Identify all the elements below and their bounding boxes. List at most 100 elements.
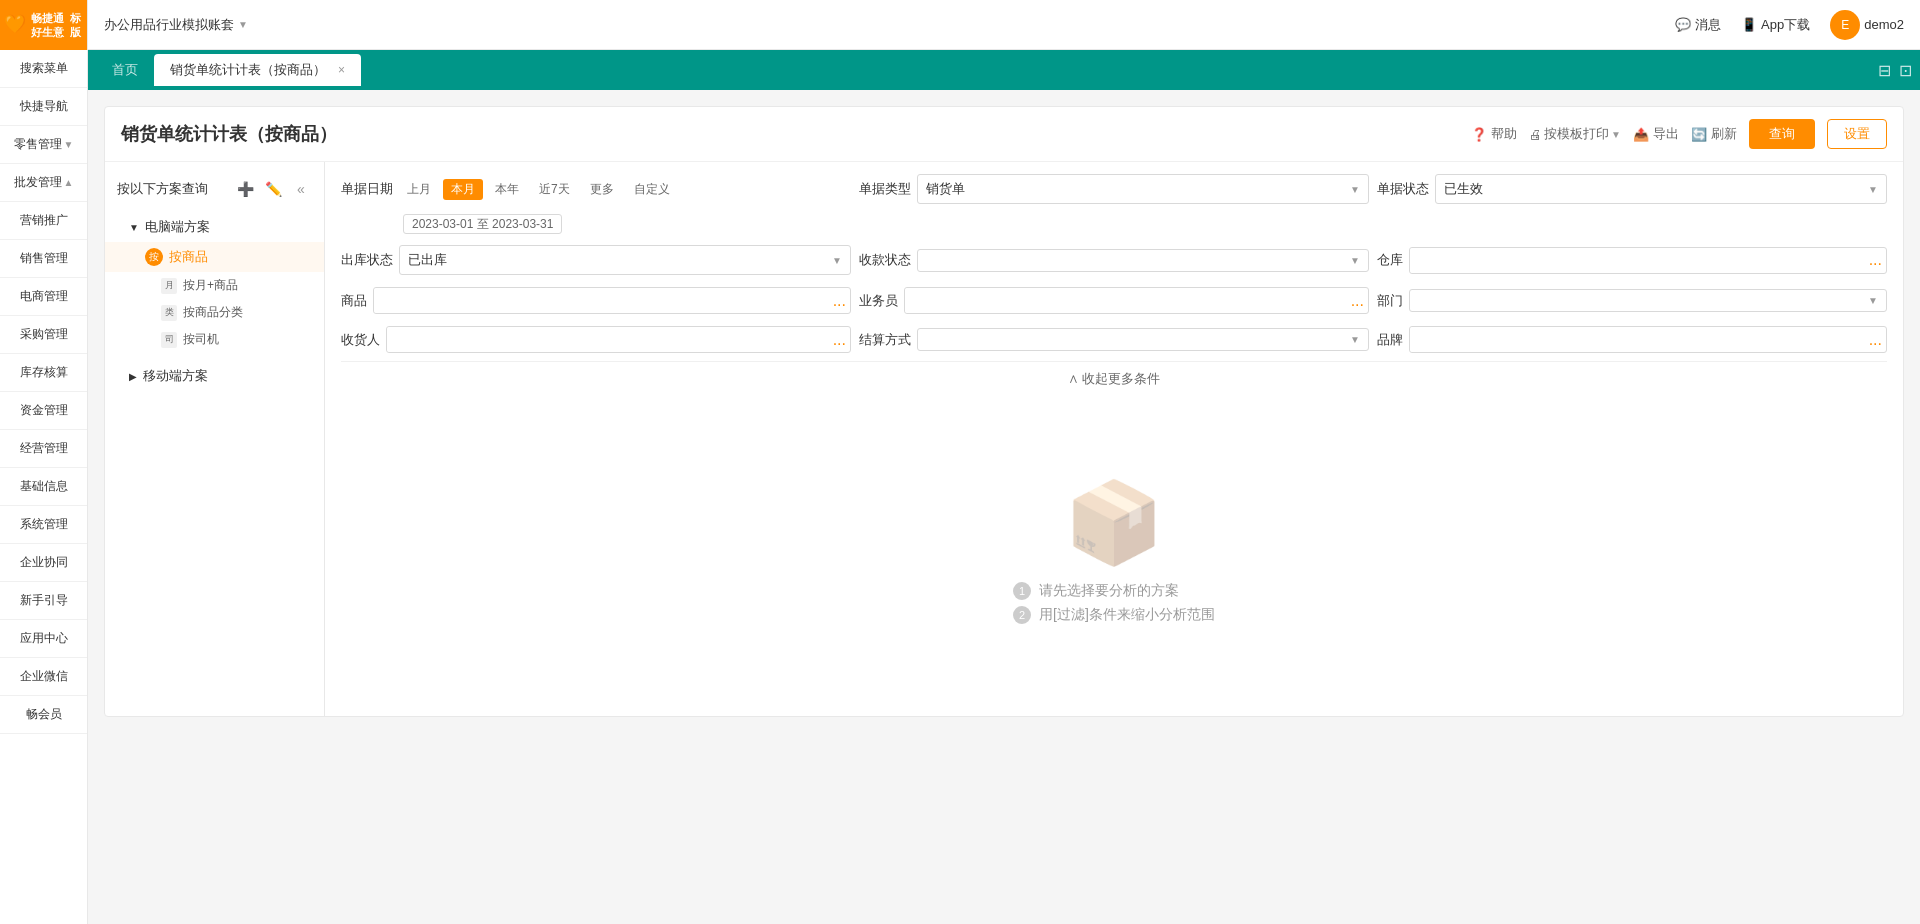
print-icon: 🖨 [1529,127,1542,142]
current-month-tag[interactable]: 本月 [443,179,483,200]
sidebar-item-wholesale[interactable]: 批发管理 ▲ [0,164,87,202]
empty-illustration: 📦 [1064,476,1164,570]
sidebar-item-purchase[interactable]: 采购管理 [0,316,87,354]
sidebar-item-wechat[interactable]: 企业微信 [0,658,87,696]
warehouse2-picker-button[interactable]: ... [1865,251,1886,269]
messages-button[interactable]: 💬 消息 [1675,16,1721,34]
more-tag[interactable]: 更多 [582,179,622,200]
tab-close-button[interactable]: × [338,63,345,77]
export-button[interactable]: 📤 导出 [1633,125,1679,143]
staff-input[interactable] [905,288,1347,313]
scheme-by-goods[interactable]: 按 按商品 [105,242,324,272]
sidebar-item-member[interactable]: 畅会员 [0,696,87,734]
download-icon: 📱 [1741,17,1757,32]
pc-section-title[interactable]: ▼ 电脑端方案 [105,212,324,242]
staff-picker-button[interactable]: ... [1347,292,1368,310]
filter-form-panel: 单据日期 上月 本月 本年 近7天 更多 自定义 [325,162,1903,716]
receiver-picker-button[interactable]: ... [829,331,850,349]
staff-cell: 业务员 ... [859,287,1369,314]
tab-actions: ⊟ ⊡ [1878,61,1912,80]
sidebar-item-retail[interactable]: 零售管理 ▼ [0,126,87,164]
sidebar-item-enterprise[interactable]: 企业协同 [0,544,87,582]
scheme-by-driver[interactable]: 司 按司机 [105,326,324,353]
sidebar-item-ecommerce[interactable]: 电商管理 [0,278,87,316]
refresh-icon: 🔄 [1691,127,1707,142]
receiver-input[interactable] [387,327,829,352]
year-tag[interactable]: 本年 [487,179,527,200]
brand-input[interactable] [1410,327,1865,352]
sidebar-item-quick-nav[interactable]: 快捷导航 [0,88,87,126]
goods-picker-button[interactable]: ... [829,292,850,310]
type-filter-cell: 单据类型 销货单 ▼ [859,174,1369,204]
chevron-down-icon: ▼ [832,255,842,266]
query-button[interactable]: 查询 [1749,119,1815,149]
filter-panel-icons: ➕ ✏️ « [234,178,312,200]
prev-month-tag[interactable]: 上月 [399,179,439,200]
receiver-input-group: ... [386,326,851,353]
staff-input-group: ... [904,287,1369,314]
print-button[interactable]: 🖨 按模板打印 ▼ [1529,125,1621,143]
warehouse-status-select[interactable]: 已出库 ▼ [399,245,851,275]
filter-row-1: 单据日期 上月 本月 本年 近7天 更多 自定义 [341,174,1887,204]
filter-panel-header: 按以下方案查询 ➕ ✏️ « [105,170,324,208]
chevron-down-icon: ▼ [1350,334,1360,345]
chevron-down-icon: ▼ [1868,295,1878,306]
refresh-button[interactable]: 🔄 刷新 [1691,125,1737,143]
scheme-by-goods-category[interactable]: 类 按商品分类 [105,299,324,326]
type-select-container: 销货单 ▼ [917,174,1369,204]
settle-select[interactable]: ▼ [917,328,1369,351]
empty-tip-2: 2 用[过滤]条件来缩小分析范围 [1013,606,1215,624]
sidebar-item-basic[interactable]: 基础信息 [0,468,87,506]
header-actions: ❓ 帮助 🖨 按模板打印 ▼ 📤 导出 🔄 刷新 [1471,119,1887,149]
sidebar-item-guide[interactable]: 新手引导 [0,582,87,620]
sidebar-item-apps[interactable]: 应用中心 [0,620,87,658]
sidebar-item-search[interactable]: 搜索菜单 [0,50,87,88]
export-icon: 📤 [1633,127,1649,142]
sidebar-item-operations[interactable]: 经营管理 [0,430,87,468]
settings-button[interactable]: 设置 [1827,119,1887,149]
custom-tag[interactable]: 自定义 [626,179,678,200]
avatar: E [1830,10,1860,40]
edit-scheme-button[interactable]: ✏️ [262,178,284,200]
collapse-panel-button[interactable]: « [290,178,312,200]
sidebar-item-finance[interactable]: 资金管理 [0,392,87,430]
goods-input[interactable] [374,288,829,313]
page-title: 销货单统计计表（按商品） [121,122,337,146]
empty-tip-1: 1 请先选择要分析的方案 [1013,582,1215,600]
7days-tag[interactable]: 近7天 [531,179,578,200]
add-scheme-button[interactable]: ➕ [234,178,256,200]
filter-row-2: 出库状态 已出库 ▼ 收款状态 [341,245,1887,275]
sidebar-item-marketing[interactable]: 营销推广 [0,202,87,240]
sidebar: 🧡 畅捷通好生意 标版 搜索菜单 快捷导航 零售管理 ▼ 批发管理 ▲ 营销推广… [0,0,88,924]
status-select[interactable]: 已生效 ▼ [1435,174,1887,204]
tip2-number: 2 [1013,606,1031,624]
warehouse2-input-group: ... [1409,247,1887,274]
app-download-button[interactable]: 📱 App下载 [1741,16,1810,34]
sidebar-item-system[interactable]: 系统管理 [0,506,87,544]
minimize-button[interactable]: ⊟ [1878,61,1891,80]
sidebar-item-inventory[interactable]: 库存核算 [0,354,87,392]
help-button[interactable]: ❓ 帮助 [1471,125,1517,143]
payment-select[interactable]: ▼ [917,249,1369,272]
filter-scheme-panel: 按以下方案查询 ➕ ✏️ « ▼ 电脑端方案 [105,162,325,716]
mobile-section-title[interactable]: ▶ 移动端方案 [105,361,324,391]
topbar-right: 💬 消息 📱 App下载 E demo2 [1675,10,1904,40]
tab-sales-stats[interactable]: 销货单统计计表（按商品） × [154,54,361,86]
chevron-up-icon: ▲ [64,177,74,188]
scheme-sub-icon2: 类 [161,305,177,321]
sidebar-item-sales[interactable]: 销售管理 [0,240,87,278]
brand-cell: 品牌 ... [1377,326,1887,353]
tab-home[interactable]: 首页 [96,54,154,86]
type-select[interactable]: 销货单 ▼ [917,174,1369,204]
collapse-button[interactable]: ∧ 收起更多条件 [341,361,1887,396]
date-filter-cell: 单据日期 上月 本月 本年 近7天 更多 自定义 [341,174,851,204]
maximize-button[interactable]: ⊡ [1899,61,1912,80]
scheme-by-month-goods[interactable]: 月 按月+商品 [105,272,324,299]
chevron-down-icon: ▼ [1868,184,1878,195]
dept-select[interactable]: ▼ [1409,289,1887,312]
page-content: 销货单统计计表（按商品） ❓ 帮助 🖨 按模板打印 ▼ 📤 导出 [88,90,1920,924]
warehouse-status-cell: 出库状态 已出库 ▼ [341,245,851,275]
warehouse2-input[interactable] [1410,248,1865,273]
user-menu[interactable]: E demo2 [1830,10,1904,40]
brand-picker-button[interactable]: ... [1865,331,1886,349]
